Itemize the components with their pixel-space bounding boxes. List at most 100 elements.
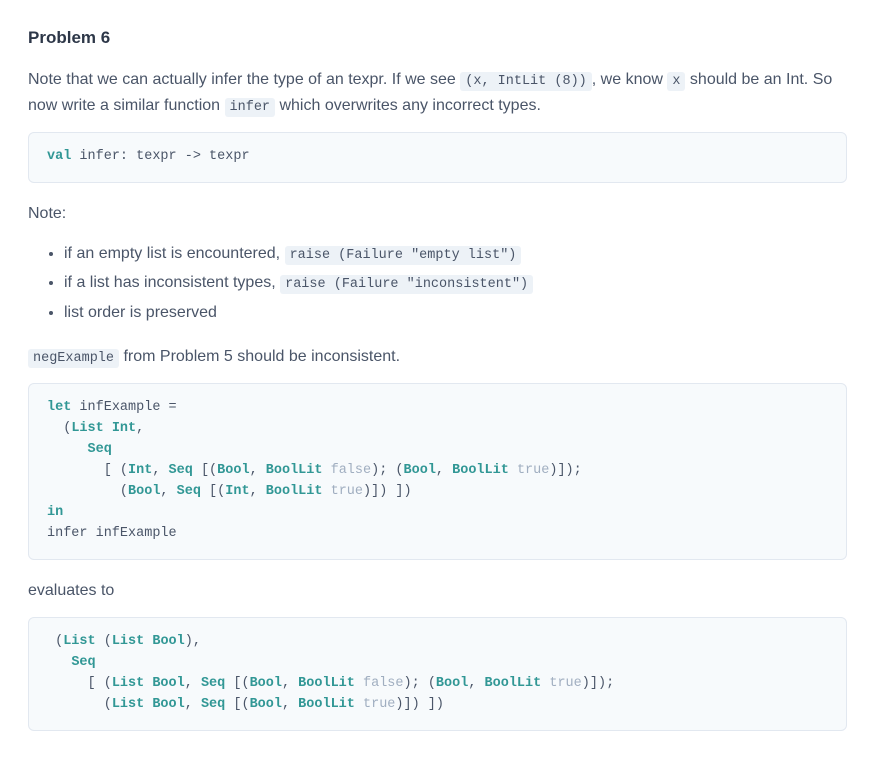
code-text: [( (225, 676, 249, 691)
kw-bool: Bool (217, 463, 249, 478)
kw-list: List (112, 676, 144, 691)
code-text: ), (185, 634, 201, 649)
kw-bool: Bool (128, 484, 160, 499)
code-text: , (160, 484, 176, 499)
code-text: [ ( (47, 676, 112, 691)
kw-bool: Bool (404, 463, 436, 478)
example-codeblock: let infExample = (List Int, Seq [ (Int, … (28, 383, 847, 559)
code-text (104, 421, 112, 436)
kw-bool: Bool (436, 676, 468, 691)
sig-rest: infer: texpr -> texpr (71, 149, 249, 164)
kw-boollit: BoolLit (452, 463, 509, 478)
kw-int: Int (112, 421, 136, 436)
code-text: [( (201, 484, 225, 499)
kw-bool: Bool (152, 676, 184, 691)
kw-seq: Seq (177, 484, 201, 499)
code-text: , (436, 463, 452, 478)
kw-list: List (63, 634, 95, 649)
kw-seq: Seq (201, 697, 225, 712)
kw-int: Int (225, 484, 249, 499)
kw-bool: Bool (152, 697, 184, 712)
result-codeblock: (List (List Bool), Seq [ (List Bool, Seq… (28, 617, 847, 731)
intro-code-1: (x, IntLit (8)) (460, 72, 592, 91)
kw-seq: Seq (169, 463, 193, 478)
intro-text-1: Note that we can actually infer the type… (28, 71, 460, 88)
lit-true: true (363, 697, 395, 712)
list-item: list order is preserved (64, 300, 847, 326)
kw-boollit: BoolLit (298, 676, 355, 691)
code-text: )]); (549, 463, 581, 478)
bullet-text-2: if a list has inconsistent types, (64, 274, 280, 291)
kw-val: val (47, 149, 71, 164)
lit-true: true (517, 463, 549, 478)
code-text (47, 442, 88, 457)
kw-seq: Seq (201, 676, 225, 691)
code-text: ( (104, 634, 112, 649)
intro-code-3: infer (225, 98, 276, 117)
kw-seq: Seq (88, 442, 112, 457)
neg-example-text: from Problem 5 should be inconsistent. (119, 348, 400, 365)
code-text: infExample = (71, 400, 176, 415)
problem-heading: Problem 6 (28, 24, 847, 51)
code-text: , (136, 421, 144, 436)
kw-bool: Bool (250, 697, 282, 712)
kw-let: let (47, 400, 71, 415)
code-text: )]); (582, 676, 614, 691)
evaluates-label: evaluates to (28, 578, 847, 604)
code-text: ( (47, 421, 71, 436)
bullet-text-1: if an empty list is encountered, (64, 245, 285, 262)
code-text (355, 676, 363, 691)
code-text: , (185, 697, 201, 712)
code-text (355, 697, 363, 712)
lit-true: true (549, 676, 581, 691)
kw-list: List (112, 697, 144, 712)
lit-false: false (331, 463, 372, 478)
signature-codeblock: val infer: texpr -> texpr (28, 132, 847, 183)
kw-seq: Seq (71, 655, 95, 670)
intro-paragraph: Note that we can actually infer the type… (28, 67, 847, 118)
kw-int: Int (128, 463, 152, 478)
code-text: , (250, 463, 266, 478)
code-text: [ ( (47, 463, 128, 478)
code-text: [( (225, 697, 249, 712)
code-text: , (282, 676, 298, 691)
kw-boollit: BoolLit (485, 676, 542, 691)
code-text (322, 484, 330, 499)
lit-false: false (363, 676, 404, 691)
intro-code-2: x (667, 72, 685, 91)
intro-text-4: which overwrites any incorrect types. (275, 97, 541, 114)
kw-bool: Bool (152, 634, 184, 649)
kw-list: List (71, 421, 103, 436)
code-text (322, 463, 330, 478)
code-text: , (152, 463, 168, 478)
bullet-text-3: list order is preserved (64, 304, 217, 321)
bullet-code-2: raise (Failure "inconsistent") (280, 275, 533, 294)
code-text: )]) ]) (395, 697, 444, 712)
code-text: ( (47, 484, 128, 499)
note-label: Note: (28, 201, 847, 227)
neg-example-line: negExample from Problem 5 should be inco… (28, 344, 847, 370)
kw-boollit: BoolLit (266, 484, 323, 499)
list-item: if an empty list is encountered, raise (… (64, 241, 847, 267)
kw-in: in (47, 505, 63, 520)
code-text: , (250, 484, 266, 499)
intro-text-2: , we know (592, 71, 668, 88)
kw-boollit: BoolLit (298, 697, 355, 712)
kw-bool: Bool (250, 676, 282, 691)
kw-list: List (112, 634, 144, 649)
code-text: [( (193, 463, 217, 478)
code-text: infer infExample (47, 526, 177, 541)
code-text: )]) ]) (363, 484, 412, 499)
code-text: , (468, 676, 484, 691)
note-list: if an empty list is encountered, raise (… (28, 241, 847, 326)
code-text: ( (47, 697, 112, 712)
lit-true: true (331, 484, 363, 499)
bullet-code-1: raise (Failure "empty list") (285, 246, 522, 265)
code-text (47, 655, 71, 670)
neg-example-code: negExample (28, 349, 119, 368)
list-item: if a list has inconsistent types, raise … (64, 270, 847, 296)
code-text: , (282, 697, 298, 712)
code-text: ); ( (371, 463, 403, 478)
code-text (509, 463, 517, 478)
code-text: , (185, 676, 201, 691)
